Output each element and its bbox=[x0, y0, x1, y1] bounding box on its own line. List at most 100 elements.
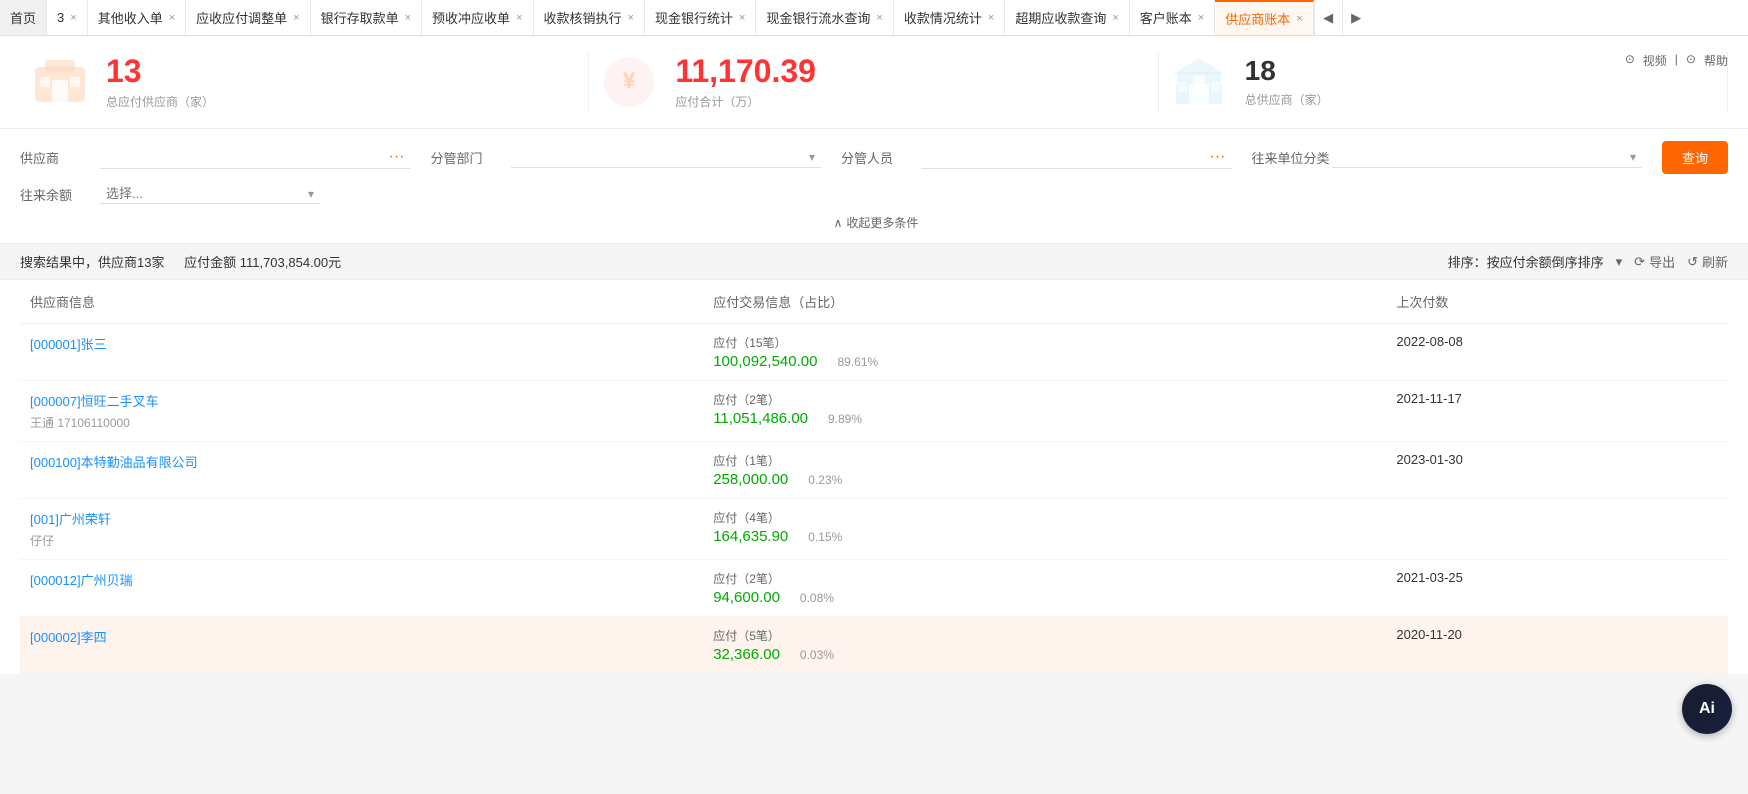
tab-supplier-ledger-label: 供应商账本 bbox=[1225, 9, 1290, 28]
collapse-label: 收起更多条件 bbox=[846, 214, 918, 231]
tab-supplier-ledger[interactable]: 供应商账本 × bbox=[1215, 0, 1313, 36]
tab-overdue-query-close[interactable]: × bbox=[1112, 12, 1118, 24]
tab-3-label: 3 bbox=[57, 10, 64, 25]
supplier-link[interactable]: [000100]本特勤油品有限公司 bbox=[30, 455, 198, 470]
tab-collection-stat-close[interactable]: × bbox=[988, 12, 994, 24]
supplier-link[interactable]: [000002]李四 bbox=[30, 630, 107, 645]
transaction-amount[interactable]: 100,092,540.00 bbox=[713, 353, 817, 370]
payable-suppliers-count: 13 bbox=[106, 54, 214, 89]
filter-dept: 分管部门 ▾ bbox=[431, 148, 822, 168]
refresh-label[interactable]: 刷新 bbox=[1702, 252, 1728, 271]
dept-filter-label: 分管部门 bbox=[431, 148, 511, 167]
tab-bank-deposit-close[interactable]: × bbox=[405, 12, 411, 24]
last-payment-cell bbox=[1386, 499, 1728, 560]
tab-bank-deposit[interactable]: 银行存取款单 × bbox=[311, 0, 422, 36]
summary-card-payable-suppliers: 13 总应付供应商（家） bbox=[20, 52, 589, 112]
tab-collection-stat[interactable]: 收款情况统计 × bbox=[894, 0, 1005, 36]
unit-category-input[interactable] bbox=[1338, 150, 1626, 165]
supplier-dots-icon[interactable]: ··· bbox=[389, 148, 405, 166]
export-action[interactable]: ⟳ 导出 bbox=[1634, 252, 1675, 271]
tab-other-income-close[interactable]: × bbox=[169, 12, 175, 24]
transaction-amount[interactable]: 94,600.00 bbox=[713, 589, 780, 606]
transaction-note: 应付（15笔） bbox=[713, 334, 1376, 351]
balance-input[interactable] bbox=[106, 186, 304, 201]
tab-customer-ledger-close[interactable]: × bbox=[1198, 12, 1204, 24]
tab-prepay-clear-label: 预收冲应收单 bbox=[432, 8, 510, 27]
dept-input[interactable] bbox=[517, 150, 805, 165]
tab-payment-verify[interactable]: 收款核销执行 × bbox=[534, 0, 645, 36]
tab-3[interactable]: 3 × bbox=[47, 0, 88, 36]
result-amount: 应付金额 111,703,854.00元 bbox=[184, 255, 341, 270]
tab-customer-ledger[interactable]: 客户账本 × bbox=[1130, 0, 1215, 36]
tab-cash-bank-stat[interactable]: 现金银行统计 × bbox=[645, 0, 756, 36]
filter-unit-category: 往来单位分类 ▾ bbox=[1252, 148, 1643, 168]
transaction-percent: 89.61% bbox=[837, 355, 878, 369]
result-bar: 搜索结果中，供应商13家 应付金额 111,703,854.00元 排序：按应付… bbox=[0, 244, 1748, 280]
supplier-link[interactable]: [000012]广州贝瑞 bbox=[30, 573, 133, 588]
supplier-link[interactable]: [000007]恒旺二手叉车 bbox=[30, 394, 159, 409]
nav-next-arrow[interactable]: ▶ bbox=[1342, 0, 1370, 36]
help-icon: ⊙ bbox=[1686, 52, 1696, 69]
tab-ar-ap-adjust-close[interactable]: × bbox=[293, 12, 299, 24]
summary-bar: 13 总应付供应商（家） ¥ 11,170.39 应付合计（万） bbox=[0, 36, 1748, 129]
tab-ar-ap-adjust[interactable]: 应收应付调整单 × bbox=[186, 0, 310, 36]
tab-payment-verify-close[interactable]: × bbox=[628, 12, 634, 24]
tab-3-close[interactable]: × bbox=[70, 12, 76, 24]
person-input-wrap[interactable]: ··· bbox=[921, 146, 1232, 169]
data-table-wrap: 供应商信息 应付交易信息（占比） 上次付数 [000001]张三应付（15笔）1… bbox=[0, 280, 1748, 674]
transaction-amount-row: 258,000.00 0.23% bbox=[713, 471, 1376, 488]
unit-category-input-wrap[interactable]: ▾ bbox=[1332, 148, 1643, 168]
table-row: [000002]李四应付（5笔）32,366.000.03%2020-11-20 bbox=[20, 617, 1728, 674]
table-row: [000007]恒旺二手叉车王通 17106110000应付（2笔）11,051… bbox=[20, 381, 1728, 442]
tab-cash-bank-stat-close[interactable]: × bbox=[739, 12, 745, 24]
supplier-link[interactable]: [001]广州荣轩 bbox=[30, 512, 111, 527]
balance-dropdown-icon[interactable]: ▾ bbox=[308, 187, 314, 201]
tab-ar-ap-adjust-label: 应收应付调整单 bbox=[196, 8, 287, 27]
last-payment-cell: 2021-11-17 bbox=[1386, 381, 1728, 442]
tab-cash-bank-stat-label: 现金银行统计 bbox=[655, 8, 733, 27]
ai-button[interactable]: Ai bbox=[1682, 684, 1732, 734]
video-link[interactable]: 视频 bbox=[1643, 52, 1667, 69]
person-dots-icon[interactable]: ··· bbox=[1210, 148, 1226, 166]
tab-overdue-query[interactable]: 超期应收款查询 × bbox=[1005, 0, 1129, 36]
tab-other-income[interactable]: 其他收入单 × bbox=[88, 0, 186, 36]
transaction-amount[interactable]: 11,051,486.00 bbox=[713, 410, 808, 427]
collapse-button[interactable]: ∧ 收起更多条件 bbox=[20, 214, 1728, 231]
tab-supplier-ledger-close[interactable]: × bbox=[1296, 13, 1302, 25]
transaction-percent: 0.23% bbox=[808, 473, 842, 487]
export-label[interactable]: 导出 bbox=[1649, 252, 1675, 271]
refresh-action[interactable]: ↺ 刷新 bbox=[1687, 252, 1728, 271]
unit-category-dropdown-icon[interactable]: ▾ bbox=[1630, 150, 1636, 164]
person-input[interactable] bbox=[927, 150, 1206, 165]
tab-cash-flow[interactable]: 现金银行流水查询 × bbox=[756, 0, 893, 36]
filter-supplier: 供应商 ··· bbox=[20, 146, 411, 169]
supplier-link[interactable]: [000001]张三 bbox=[30, 337, 107, 352]
transaction-note: 应付（2笔） bbox=[713, 570, 1376, 587]
filter-row-2: 往来余额 ▾ bbox=[20, 184, 1728, 204]
top-right-links: ⊙ 视频 | ⊙ 帮助 bbox=[1625, 52, 1728, 69]
help-link[interactable]: 帮助 bbox=[1704, 52, 1728, 69]
transaction-amount[interactable]: 32,366.00 bbox=[713, 646, 780, 663]
tab-home[interactable]: 首页 bbox=[0, 0, 47, 36]
tab-collection-stat-label: 收款情况统计 bbox=[904, 8, 982, 27]
result-supplier-count: 搜索结果中，供应商13家 bbox=[20, 255, 164, 270]
dept-dropdown-icon[interactable]: ▾ bbox=[809, 150, 815, 164]
tab-prepay-clear[interactable]: 预收冲应收单 × bbox=[422, 0, 533, 36]
transaction-percent: 0.15% bbox=[808, 530, 842, 544]
query-button[interactable]: 查询 bbox=[1662, 141, 1728, 174]
transaction-amount[interactable]: 164,635.90 bbox=[713, 528, 788, 545]
tab-cash-flow-close[interactable]: × bbox=[876, 12, 882, 24]
tab-prepay-clear-close[interactable]: × bbox=[516, 12, 522, 24]
dept-input-wrap[interactable]: ▾ bbox=[511, 148, 822, 168]
col-header-supplier: 供应商信息 bbox=[20, 280, 703, 324]
supplier-input-wrap[interactable]: ··· bbox=[100, 146, 411, 169]
payable-total-label: 应付合计（万） bbox=[675, 93, 816, 110]
sort-dropdown-icon[interactable]: ▾ bbox=[1616, 254, 1623, 270]
supplier-input[interactable] bbox=[106, 150, 385, 165]
tab-customer-ledger-label: 客户账本 bbox=[1140, 8, 1192, 27]
svg-text:¥: ¥ bbox=[623, 68, 636, 93]
balance-input-wrap[interactable]: ▾ bbox=[100, 184, 320, 204]
transaction-amount[interactable]: 258,000.00 bbox=[713, 471, 788, 488]
nav-prev-arrow[interactable]: ◀ bbox=[1314, 0, 1342, 36]
transaction-amount-row: 94,600.000.08% bbox=[713, 589, 1376, 606]
